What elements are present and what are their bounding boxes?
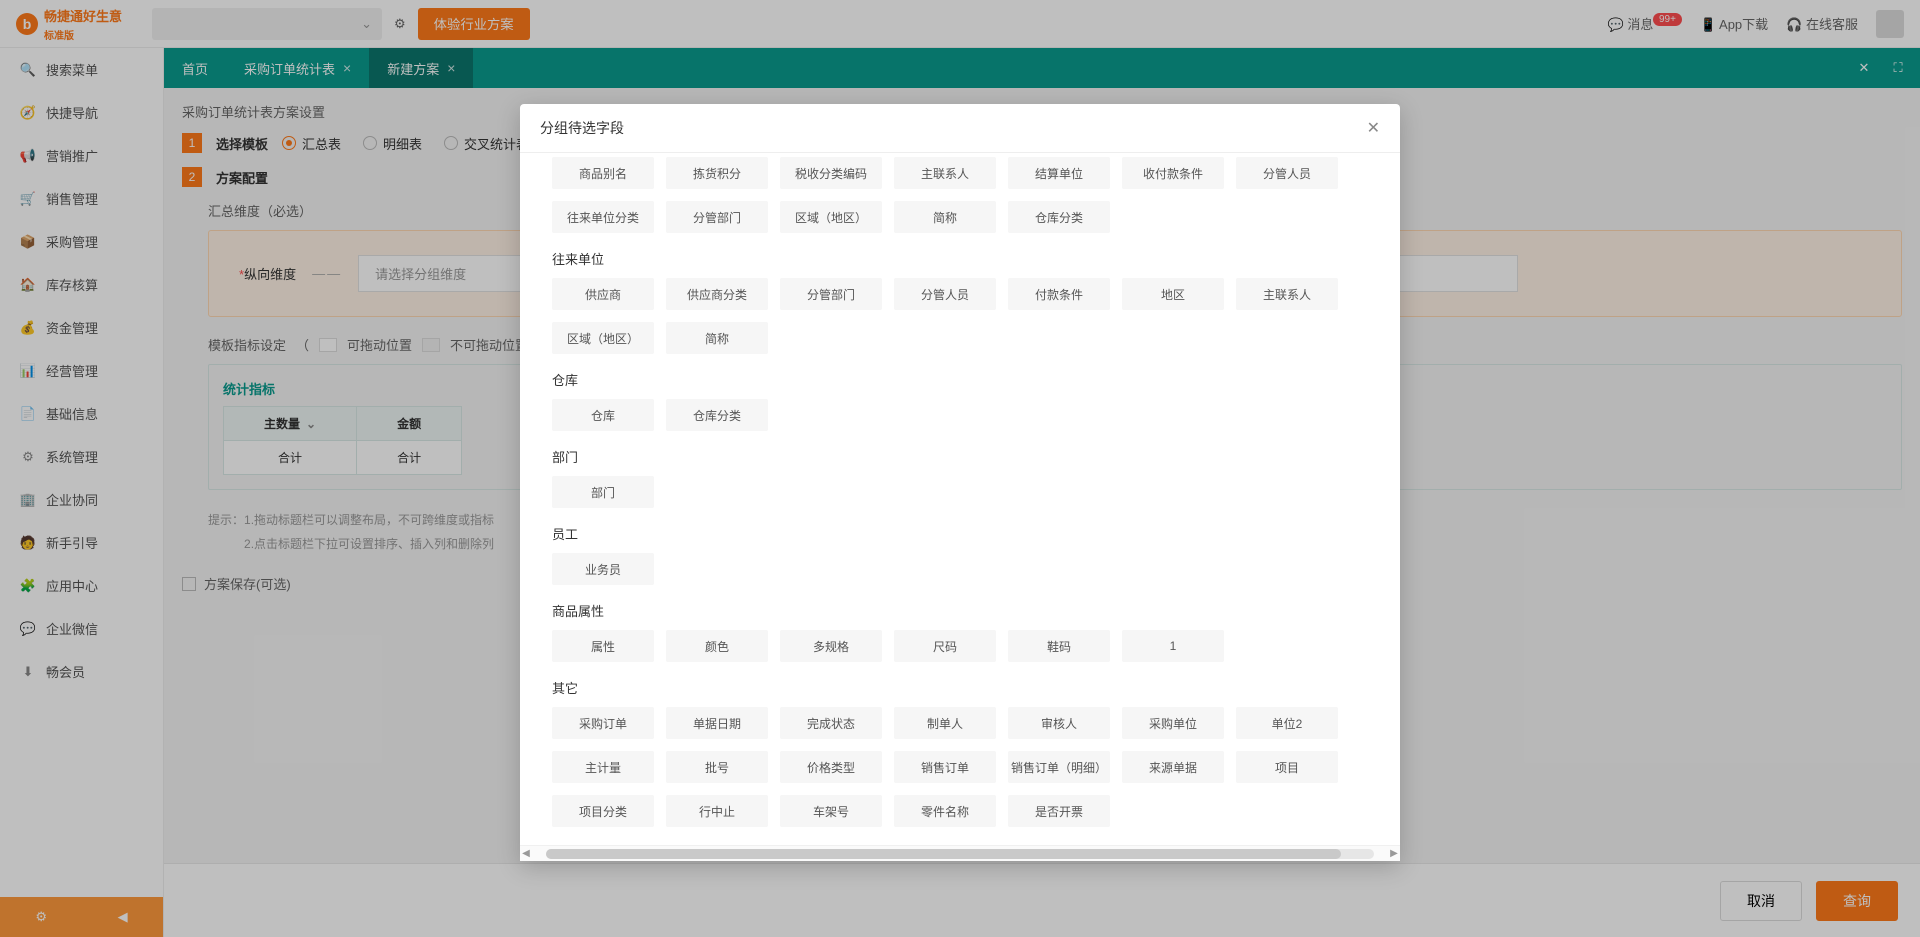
field-tag[interactable]: 单位2: [1236, 707, 1338, 739]
scroll-left-icon[interactable]: ◀: [520, 848, 532, 859]
field-tag[interactable]: 多规格: [780, 630, 882, 662]
field-tag[interactable]: 付款条件: [1008, 278, 1110, 310]
field-tag[interactable]: 项目分类: [552, 795, 654, 827]
field-tag[interactable]: 业务员: [552, 553, 654, 585]
field-tag[interactable]: 项目: [1236, 751, 1338, 783]
field-tag[interactable]: 颜色: [666, 630, 768, 662]
field-tag[interactable]: 税收分类编码: [780, 157, 882, 189]
field-tag[interactable]: 制单人: [894, 707, 996, 739]
field-tag[interactable]: 收付款条件: [1122, 157, 1224, 189]
field-tag[interactable]: 鞋码: [1008, 630, 1110, 662]
field-tag[interactable]: 分管部门: [666, 201, 768, 233]
field-tag[interactable]: 区域（地区）: [552, 322, 654, 354]
field-tag[interactable]: 分管部门: [780, 278, 882, 310]
field-tag[interactable]: 完成状态: [780, 707, 882, 739]
close-icon[interactable]: ✕: [1367, 118, 1380, 138]
field-tag[interactable]: 供应商: [552, 278, 654, 310]
group-title: 往来单位: [552, 249, 1368, 268]
field-tag[interactable]: 车架号: [780, 795, 882, 827]
field-tag[interactable]: 采购订单: [552, 707, 654, 739]
group-title: 商品属性: [552, 601, 1368, 620]
group-title: 员工: [552, 524, 1368, 543]
field-tag[interactable]: 销售订单: [894, 751, 996, 783]
group-title: 部门: [552, 447, 1368, 466]
field-tag[interactable]: 仓库分类: [1008, 201, 1110, 233]
field-tag[interactable]: 部门: [552, 476, 654, 508]
field-tag[interactable]: 尺码: [894, 630, 996, 662]
field-tag[interactable]: 区域（地区）: [780, 201, 882, 233]
field-tag[interactable]: 结算单位: [1008, 157, 1110, 189]
field-tag[interactable]: 属性: [552, 630, 654, 662]
field-tag[interactable]: 零件名称: [894, 795, 996, 827]
field-tag[interactable]: 供应商分类: [666, 278, 768, 310]
field-tag[interactable]: 销售订单（明细）: [1008, 751, 1110, 783]
field-tag[interactable]: 拣货积分: [666, 157, 768, 189]
field-tag[interactable]: 1: [1122, 630, 1224, 662]
field-tag[interactable]: 批号: [666, 751, 768, 783]
field-tag[interactable]: 商品别名: [552, 157, 654, 189]
field-tag[interactable]: 分管人员: [1236, 157, 1338, 189]
field-tag[interactable]: 地区: [1122, 278, 1224, 310]
field-tag[interactable]: 主联系人: [894, 157, 996, 189]
field-tag[interactable]: 主计量: [552, 751, 654, 783]
field-tag[interactable]: 分管人员: [894, 278, 996, 310]
field-tag[interactable]: 价格类型: [780, 751, 882, 783]
field-tag[interactable]: 主联系人: [1236, 278, 1338, 310]
field-tag[interactable]: 行中止: [666, 795, 768, 827]
modal-horizontal-scrollbar[interactable]: ◀ ▶: [520, 845, 1400, 861]
field-tag[interactable]: 简称: [666, 322, 768, 354]
scroll-right-icon[interactable]: ▶: [1388, 848, 1400, 859]
field-tag[interactable]: 仓库分类: [666, 399, 768, 431]
field-tag[interactable]: 是否开票: [1008, 795, 1110, 827]
group-title: 仓库: [552, 370, 1368, 389]
group-title: 其它: [552, 678, 1368, 697]
field-tag[interactable]: 仓库: [552, 399, 654, 431]
field-tag[interactable]: 审核人: [1008, 707, 1110, 739]
group-field-modal: 分组待选字段 ✕ 商品别名拣货积分税收分类编码主联系人结算单位收付款条件分管人员…: [520, 104, 1400, 861]
field-tag[interactable]: 往来单位分类: [552, 201, 654, 233]
field-tag[interactable]: 采购单位: [1122, 707, 1224, 739]
field-tag[interactable]: 单据日期: [666, 707, 768, 739]
modal-title: 分组待选字段: [540, 118, 624, 138]
field-tag[interactable]: 来源单据: [1122, 751, 1224, 783]
field-tag[interactable]: 简称: [894, 201, 996, 233]
